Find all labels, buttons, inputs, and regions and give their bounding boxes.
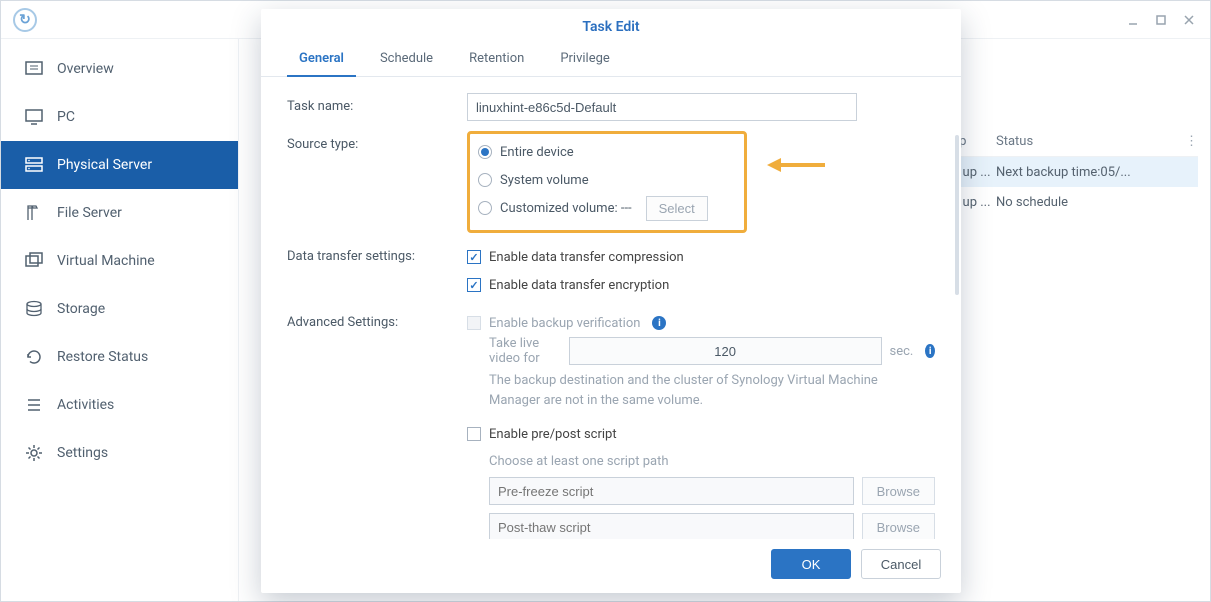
sidebar-item-label: PC — [57, 109, 75, 125]
app-window: ↻ Overview PC Physical Server — [0, 0, 1211, 602]
info-icon[interactable]: i — [652, 316, 666, 330]
sidebar-item-label: File Server — [57, 205, 122, 221]
sidebar-item-file-server[interactable]: File Server — [1, 189, 238, 237]
sidebar-item-restore-status[interactable]: Restore Status — [1, 333, 238, 381]
source-type-label: Source type: — [287, 131, 467, 152]
checkbox-pre-post-script[interactable] — [467, 427, 481, 441]
maximize-icon[interactable] — [1152, 11, 1170, 29]
dts-label: Data transfer settings: — [287, 243, 467, 264]
modal-tabs: General Schedule Retention Privilege — [261, 41, 961, 77]
tab-privilege[interactable]: Privilege — [542, 41, 627, 76]
sidebar-item-label: Settings — [57, 445, 108, 461]
background-table: up Status ⋮ d up ... Next backup time:05… — [948, 127, 1198, 217]
cancel-button[interactable]: Cancel — [861, 549, 941, 579]
modal-footer: OK Cancel — [261, 539, 961, 593]
file-server-icon — [23, 202, 45, 224]
checkbox-label: Enable data transfer encryption — [489, 278, 669, 293]
scrollbar[interactable] — [955, 135, 959, 295]
modal-title: Task Edit — [261, 9, 961, 41]
vm-icon — [23, 250, 45, 272]
browse-pre-button: Browse — [862, 477, 935, 505]
cell: Next backup time:05/... — [996, 165, 1198, 180]
server-icon — [23, 154, 45, 176]
sidebar-item-label: Restore Status — [57, 349, 148, 365]
sidebar-item-virtual-machine[interactable]: Virtual Machine — [1, 237, 238, 285]
live-video-suffix: sec. — [890, 344, 914, 359]
table-col-status: Status — [996, 134, 1178, 149]
info-icon[interactable]: i — [925, 344, 935, 358]
storage-icon — [23, 298, 45, 320]
sidebar-item-storage[interactable]: Storage — [1, 285, 238, 333]
script-hint: Choose at least one script path — [489, 454, 935, 469]
sidebar: Overview PC Physical Server File Server … — [1, 39, 239, 601]
tab-general[interactable]: General — [281, 41, 362, 76]
radio-label: Customized volume: --- — [500, 201, 632, 216]
sidebar-item-label: Overview — [57, 61, 114, 77]
checkbox-label: Enable backup verification — [489, 316, 640, 331]
ok-button[interactable]: OK — [771, 549, 851, 579]
task-name-label: Task name: — [287, 93, 467, 114]
checkbox-backup-verification — [467, 316, 481, 330]
table-row[interactable]: d up ... No schedule — [948, 187, 1198, 217]
gear-icon — [23, 442, 45, 464]
modal-body: Task name: Source type: Entire device Sy… — [261, 77, 961, 539]
task-name-input[interactable] — [467, 93, 857, 121]
source-type-group: Entire device System volume Customized v… — [467, 131, 747, 233]
sidebar-item-label: Activities — [57, 397, 114, 413]
sidebar-item-label: Physical Server — [57, 157, 152, 173]
sidebar-item-pc[interactable]: PC — [1, 93, 238, 141]
overview-icon — [23, 58, 45, 80]
volume-warning: The backup destination and the cluster o… — [467, 371, 897, 410]
task-edit-modal: Task Edit General Schedule Retention Pri… — [261, 9, 961, 593]
radio-label: System volume — [500, 173, 589, 188]
browse-post-button: Browse — [862, 513, 935, 539]
radio-label: Entire device — [500, 145, 574, 160]
app-logo: ↻ — [13, 8, 37, 32]
radio-system-volume[interactable] — [478, 173, 492, 187]
tab-retention[interactable]: Retention — [451, 41, 542, 76]
table-header: up Status ⋮ — [948, 127, 1198, 157]
post-thaw-input — [489, 513, 854, 539]
activities-icon — [23, 394, 45, 416]
select-volume-button[interactable]: Select — [646, 196, 708, 221]
sidebar-item-activities[interactable]: Activities — [1, 381, 238, 429]
checkbox-compression[interactable] — [467, 250, 481, 264]
pre-freeze-input — [489, 477, 854, 505]
restore-icon — [23, 346, 45, 368]
sidebar-item-label: Storage — [57, 301, 105, 317]
table-row[interactable]: d up ... Next backup time:05/... — [948, 157, 1198, 187]
close-icon[interactable] — [1180, 11, 1198, 29]
refresh-icon: ↻ — [19, 12, 31, 28]
checkbox-label: Enable pre/post script — [489, 427, 617, 442]
checkbox-encryption[interactable] — [467, 278, 481, 292]
sidebar-item-physical-server[interactable]: Physical Server — [1, 141, 238, 189]
radio-entire-device[interactable] — [478, 145, 492, 159]
sidebar-item-settings[interactable]: Settings — [1, 429, 238, 477]
advanced-label: Advanced Settings: — [287, 309, 467, 330]
checkbox-label: Enable data transfer compression — [489, 250, 684, 265]
sidebar-item-label: Virtual Machine — [57, 253, 155, 269]
radio-customized-volume[interactable] — [478, 201, 492, 215]
tab-schedule[interactable]: Schedule — [362, 41, 451, 76]
more-icon[interactable]: ⋮ — [1178, 134, 1198, 149]
minimize-icon[interactable] — [1124, 11, 1142, 29]
live-video-prefix: Take live video for — [489, 336, 561, 366]
live-video-input — [569, 337, 882, 365]
cell: No schedule — [996, 195, 1198, 210]
sidebar-item-overview[interactable]: Overview — [1, 45, 238, 93]
pc-icon — [23, 106, 45, 128]
